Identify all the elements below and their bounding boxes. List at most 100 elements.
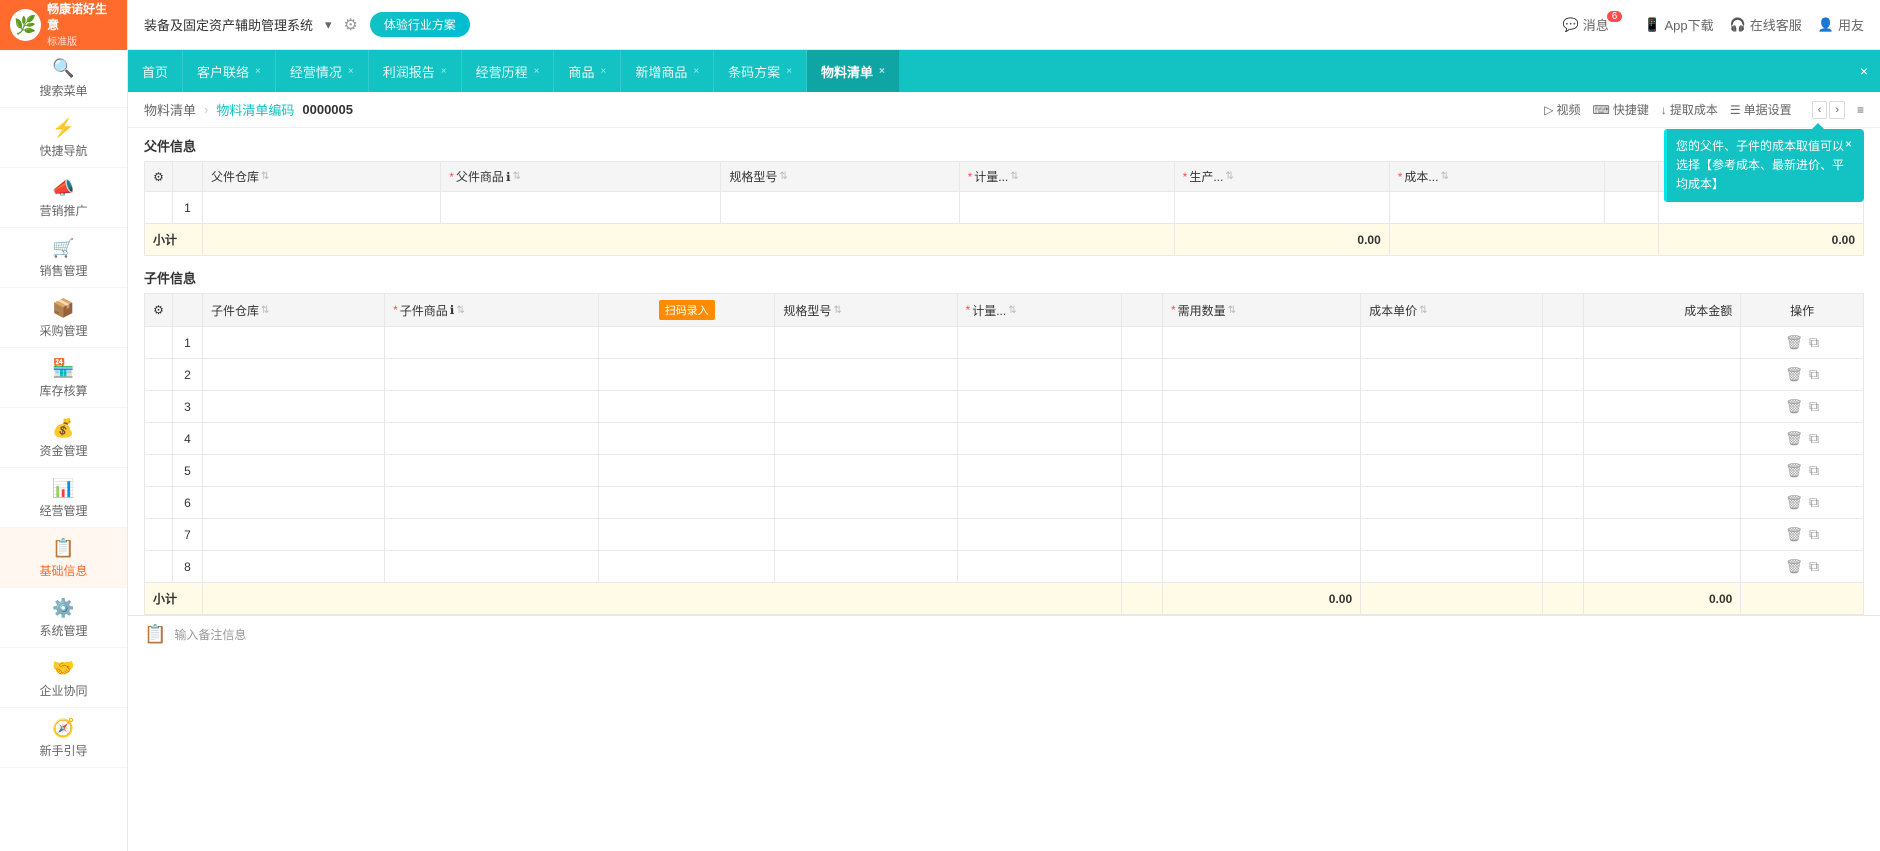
parent-row-warehouse[interactable]	[203, 192, 441, 224]
guide-icon: 🧭	[52, 718, 74, 739]
parent-row-cost[interactable]	[1389, 192, 1604, 224]
tab-home[interactable]: 首页	[128, 50, 183, 92]
gear-icon[interactable]: ⚙	[344, 15, 358, 35]
topbar: 装备及固定资产辅助管理系统 ▾ ⚙ 体验行业方案 💬 消息 6 📱 App下载 …	[128, 0, 1880, 50]
parent-row-num: 1	[173, 192, 203, 224]
tab-barcode-close[interactable]: ×	[786, 66, 792, 77]
delete-icon[interactable]: 🗑	[1785, 334, 1803, 351]
search-icon: 🔍	[52, 58, 74, 79]
tab-new-goods[interactable]: 新增商品 ×	[621, 50, 714, 92]
sidebar-guide-label: 新手引导	[39, 742, 87, 759]
copy-icon[interactable]: ⧉	[1809, 334, 1819, 351]
quick-nav-icon: ⚡	[52, 118, 74, 139]
tooltip-close[interactable]: ×	[1845, 135, 1852, 154]
tab-new-goods-close[interactable]: ×	[693, 66, 699, 77]
sidebar-item-system[interactable]: ⚙️ 系统管理	[0, 588, 127, 648]
view-btn[interactable]: ▷ 视频	[1544, 101, 1580, 118]
child-th-warehouse: 子件仓库⇅	[203, 294, 385, 327]
child-row1-qty[interactable]	[1162, 327, 1360, 359]
headset-icon: 🎧	[1730, 17, 1746, 33]
tab-customers-close[interactable]: ×	[255, 66, 261, 77]
tab-business[interactable]: 经营情况 ×	[276, 50, 369, 92]
tab-customers[interactable]: 客户联络 ×	[183, 50, 276, 92]
tab-profit[interactable]: 利润报告 ×	[369, 50, 462, 92]
prev-arrow-btn[interactable]: ‹	[1812, 101, 1828, 119]
tab-history[interactable]: 经营历程 ×	[462, 50, 555, 92]
sidebar-enterprise-label: 企业协同	[39, 682, 87, 699]
delete-icon[interactable]: 🗑	[1785, 462, 1803, 479]
next-arrow-btn[interactable]: ›	[1829, 101, 1845, 119]
sidebar-item-marketing[interactable]: 📣 营销推广	[0, 168, 127, 228]
breadcrumb-item1[interactable]: 物料清单	[144, 100, 196, 119]
sidebar-system-label: 系统管理	[39, 622, 87, 639]
sidebar-marketing-label: 营销推广	[39, 202, 87, 219]
delete-icon[interactable]: 🗑	[1785, 494, 1803, 511]
parent-subtotal-row: 小计 0.00 0.00	[145, 224, 1864, 256]
copy-icon[interactable]: ⧉	[1809, 366, 1819, 383]
tab-profit-close[interactable]: ×	[441, 66, 447, 77]
sidebar-item-quick-nav[interactable]: ⚡ 快捷导航	[0, 108, 127, 168]
scan-btn[interactable]: 扫码录入	[659, 300, 715, 320]
delete-icon[interactable]: 🗑	[1785, 430, 1803, 447]
child-th-product: *子件商品ℹ⇅	[385, 294, 599, 327]
parent-subtotal-spacer	[1389, 224, 1658, 256]
tab-history-close[interactable]: ×	[534, 66, 540, 77]
copy-icon[interactable]: ⧉	[1809, 430, 1819, 447]
copy-icon[interactable]: ⧉	[1809, 558, 1819, 575]
sidebar-item-inventory[interactable]: 🏪 库存核算	[0, 348, 127, 408]
close-all-btn[interactable]: ×	[1848, 63, 1880, 79]
sidebar-item-operations[interactable]: 📊 经营管理	[0, 468, 127, 528]
parent-row-unit[interactable]	[959, 192, 1174, 224]
message-btn[interactable]: 💬 消息 6	[1563, 15, 1629, 34]
parent-row-spec[interactable]	[721, 192, 959, 224]
sidebar-item-guide[interactable]: 🧭 新手引导	[0, 708, 127, 768]
sidebar-item-basic-info[interactable]: 📋 基础信息	[0, 528, 127, 588]
child-row1-spec[interactable]	[775, 327, 957, 359]
copy-icon[interactable]: ⧉	[1809, 398, 1819, 415]
experience-btn[interactable]: 体验行业方案	[370, 12, 470, 37]
system-dropdown[interactable]: ▾	[325, 17, 332, 33]
tab-barcode[interactable]: 条码方案 ×	[714, 50, 807, 92]
parent-table-header: ⚙ 父件仓库⇅ *父件商品ℹ⇅ 规格型号⇅	[145, 162, 1864, 192]
tab-bom[interactable]: 物料清单 ×	[807, 50, 900, 92]
tab-goods-close[interactable]: ×	[600, 66, 606, 77]
sort-arrow6: ⇅	[1440, 171, 1448, 182]
child-row1-unit-cost[interactable]	[1361, 327, 1543, 359]
child-row1-product[interactable]	[385, 327, 599, 359]
tab-business-close[interactable]: ×	[348, 66, 354, 77]
delete-icon[interactable]: 🗑	[1785, 558, 1803, 575]
child-th-setting[interactable]: ⚙	[145, 294, 173, 327]
delete-icon[interactable]: 🗑	[1785, 366, 1803, 383]
sidebar-item-sales[interactable]: 🛒 销售管理	[0, 228, 127, 288]
child-th-action: 操作	[1741, 294, 1864, 327]
copy-icon[interactable]: ⧉	[1809, 494, 1819, 511]
copy-icon[interactable]: ⧉	[1809, 526, 1819, 543]
user-menu[interactable]: 👤 用友	[1818, 15, 1864, 34]
parent-th-spec: 规格型号⇅	[721, 162, 959, 192]
child-table-row: 8 🗑⧉	[145, 551, 1864, 583]
extract-cost-btn[interactable]: ↓ 提取成本	[1661, 101, 1718, 118]
child-row1-warehouse[interactable]	[203, 327, 385, 359]
parent-section-title: 父件信息	[144, 136, 1864, 155]
app-download-btn[interactable]: 📱 App下载	[1644, 15, 1713, 34]
sidebar-item-search[interactable]: 🔍 搜索菜单	[0, 50, 127, 108]
single-settings-btn[interactable]: ☰ 单据设置	[1730, 101, 1792, 118]
copy-icon[interactable]: ⧉	[1809, 462, 1819, 479]
sidebar-item-purchase[interactable]: 📦 采购管理	[0, 288, 127, 348]
parent-row-product[interactable]	[441, 192, 721, 224]
sidebar-item-finance[interactable]: 💰 资金管理	[0, 408, 127, 468]
sidebar-item-enterprise[interactable]: 🤝 企业协同	[0, 648, 127, 708]
tab-bom-close[interactable]: ×	[879, 66, 885, 77]
delete-icon[interactable]: 🗑	[1785, 398, 1803, 415]
child-row1-unit[interactable]	[957, 327, 1121, 359]
tab-goods[interactable]: 商品 ×	[554, 50, 621, 92]
parent-row-production[interactable]	[1174, 192, 1389, 224]
content-area: 物料清单 › 物料清单编码 0000005 ▷ 视频 ⌨ 快捷键 ↓ 提取成本	[128, 92, 1880, 851]
menu-icon[interactable]: ≡	[1857, 103, 1864, 117]
tab-goods-label: 商品	[568, 62, 594, 81]
main-area: 装备及固定资产辅助管理系统 ▾ ⚙ 体验行业方案 💬 消息 6 📱 App下载 …	[128, 0, 1880, 851]
online-service-btn[interactable]: 🎧 在线客服	[1730, 15, 1802, 34]
parent-th-setting[interactable]: ⚙	[145, 162, 173, 192]
delete-icon[interactable]: 🗑	[1785, 526, 1803, 543]
shortcut-btn[interactable]: ⌨ 快捷键	[1593, 101, 1649, 118]
